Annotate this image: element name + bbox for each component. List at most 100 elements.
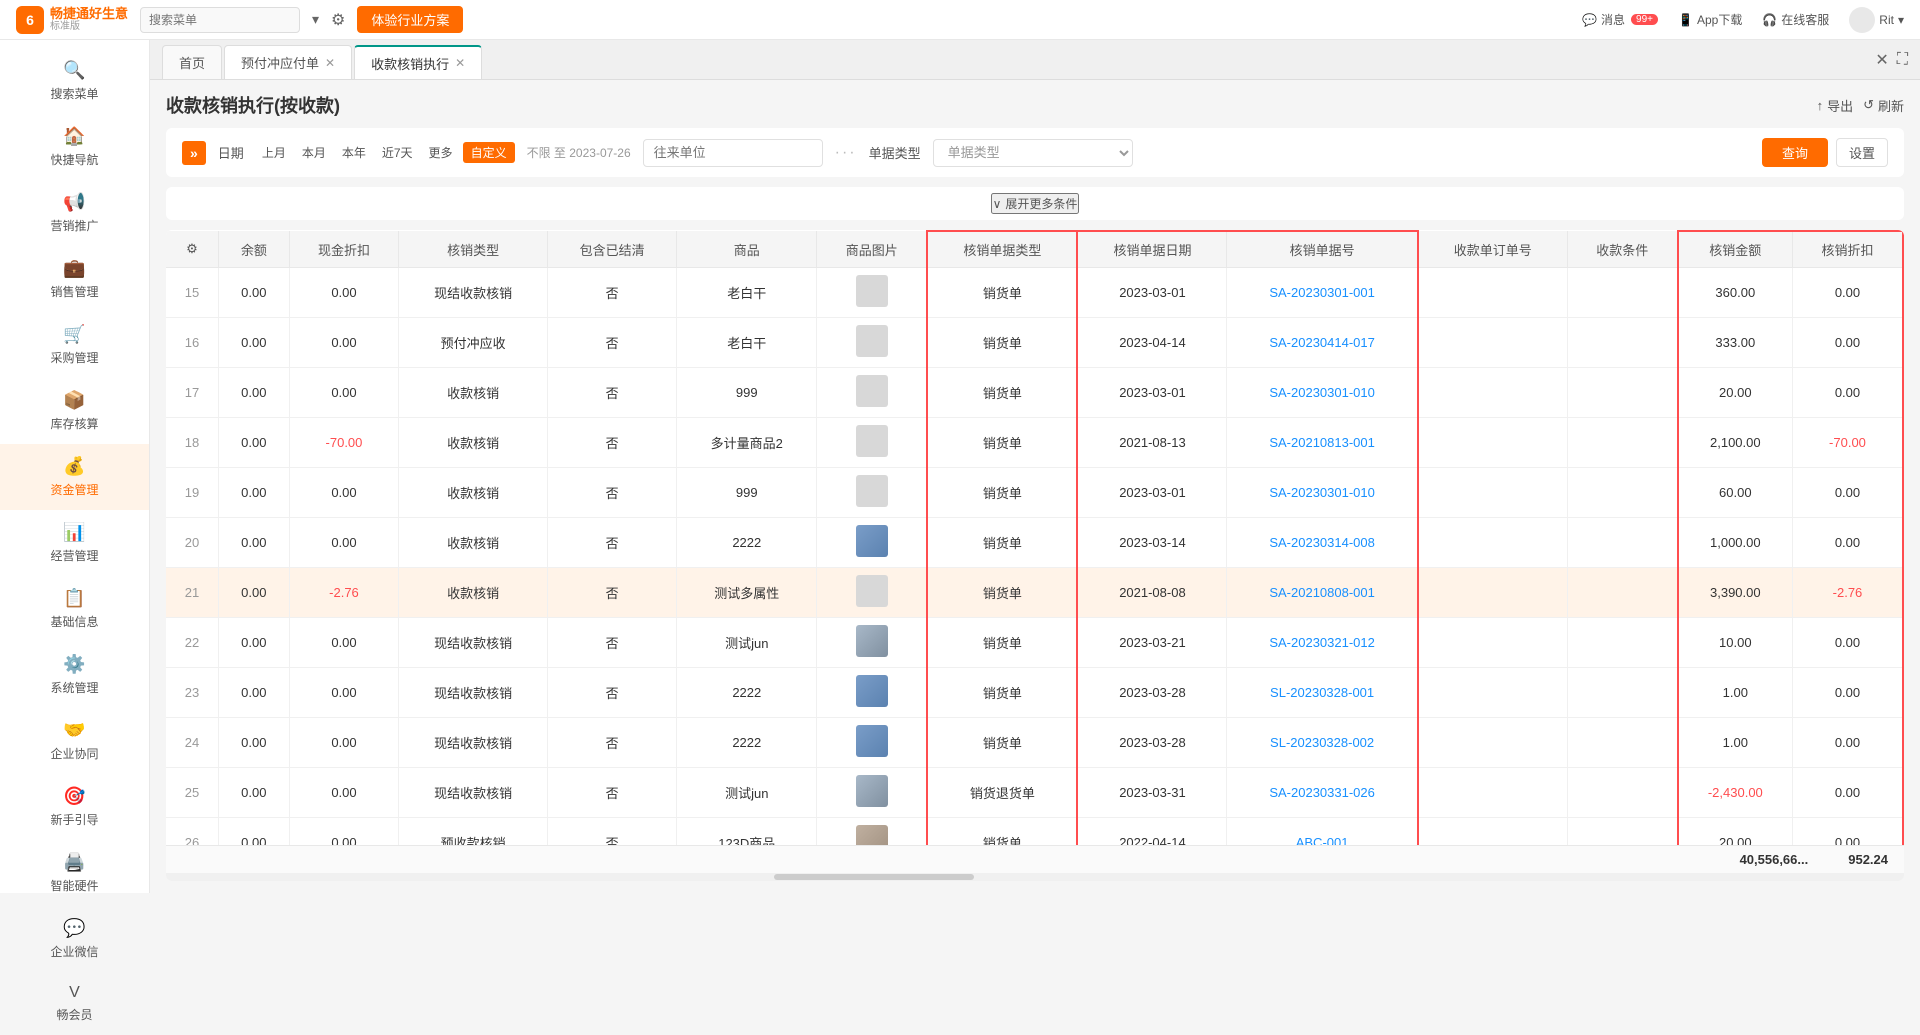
custom-date-btn[interactable]: 自定义 bbox=[463, 142, 515, 163]
col-receipt-condition: 收款条件 bbox=[1567, 231, 1677, 268]
tab-collection[interactable]: 收款核销执行 ✕ bbox=[354, 45, 482, 79]
writeoff-type-cell: 现结收款核销 bbox=[399, 718, 548, 768]
sidebar-item-corp-collab[interactable]: 🤝 企业协同 bbox=[0, 708, 149, 774]
bill-no-link[interactable]: SA-20230301-001 bbox=[1269, 285, 1375, 300]
goods-img-cell bbox=[817, 668, 927, 718]
receipt-order-no-cell bbox=[1418, 768, 1567, 818]
bill-no-cell[interactable]: SA-20230321-012 bbox=[1227, 618, 1418, 668]
user-area[interactable]: Rit ▾ bbox=[1849, 7, 1904, 33]
expand-conditions-btn[interactable]: ∨ 展开更多条件 bbox=[991, 193, 1080, 214]
table-header-row: ⚙ 余额 现金折扣 核销类型 包含已结清 商品 商品图片 核销单据类型 核销单据… bbox=[166, 231, 1903, 268]
cash-discount-cell: 0.00 bbox=[289, 818, 399, 846]
last-month-btn[interactable]: 上月 bbox=[256, 142, 292, 163]
sidebar-item-beginner[interactable]: 🎯 新手引导 bbox=[0, 774, 149, 840]
bill-no-cell[interactable]: SA-20210813-001 bbox=[1227, 418, 1418, 468]
tab-close-all-btn[interactable]: ✕ bbox=[1875, 50, 1888, 70]
bill-no-cell[interactable]: SA-20230414-017 bbox=[1227, 318, 1418, 368]
bill-no-link[interactable]: SL-20230328-002 bbox=[1270, 735, 1374, 750]
writeoff-discount-cell: 0.00 bbox=[1792, 518, 1903, 568]
query-btn[interactable]: 查询 bbox=[1762, 138, 1828, 167]
bill-no-cell[interactable]: SA-20230301-001 bbox=[1227, 268, 1418, 318]
cash-discount-cell: 0.00 bbox=[289, 668, 399, 718]
bill-no-link[interactable]: SA-20230331-026 bbox=[1269, 785, 1375, 800]
writeoff-type-cell: 收款核销 bbox=[399, 368, 548, 418]
sidebar-item-inventory[interactable]: 📦 库存核算 bbox=[0, 378, 149, 444]
writeoff-type-cell: 收款核销 bbox=[399, 568, 548, 618]
settings-gear-btn[interactable]: ⚙ bbox=[331, 10, 345, 30]
receipt-order-no-cell bbox=[1418, 718, 1567, 768]
scrollbar-thumb[interactable] bbox=[774, 874, 974, 880]
bill-no-link[interactable]: SA-20230314-008 bbox=[1269, 535, 1375, 550]
this-month-btn[interactable]: 本月 bbox=[296, 142, 332, 163]
sidebar-item-smart-hw[interactable]: 🖨️ 智能硬件 bbox=[0, 840, 149, 906]
bill-no-link[interactable]: ABC-001 bbox=[1296, 835, 1349, 845]
tab-collection-close-icon[interactable]: ✕ bbox=[455, 56, 465, 70]
chevron-down-btn[interactable]: ▾ bbox=[312, 11, 319, 28]
bill-no-cell[interactable]: SA-20230331-026 bbox=[1227, 768, 1418, 818]
online-service-item[interactable]: 🎧 在线客服 bbox=[1762, 11, 1829, 28]
tab-prepay[interactable]: 预付冲应付单 ✕ bbox=[224, 45, 352, 79]
bill-no-cell[interactable]: SL-20230328-001 bbox=[1227, 668, 1418, 718]
bill-no-cell[interactable]: SA-20210808-001 bbox=[1227, 568, 1418, 618]
sidebar-item-member[interactable]: V 畅会员 bbox=[0, 972, 149, 1035]
notification-badge: 99+ bbox=[1631, 14, 1658, 25]
bill-no-link[interactable]: SA-20230414-017 bbox=[1269, 335, 1375, 350]
sidebar-item-marketing[interactable]: 📢 营销推广 bbox=[0, 180, 149, 246]
bill-date-cell: 2022-04-14 bbox=[1077, 818, 1226, 846]
notification-item[interactable]: 💬 消息 99+ bbox=[1582, 11, 1658, 28]
col-bill-type: 核销单据类型 bbox=[927, 231, 1077, 268]
tab-home[interactable]: 首页 bbox=[162, 45, 222, 79]
filter-collapse-btn[interactable]: » bbox=[182, 141, 206, 165]
bill-type-cell: 销货单 bbox=[927, 518, 1077, 568]
last-7-days-btn[interactable]: 近7天 bbox=[376, 142, 419, 163]
sidebar-item-quick-nav[interactable]: 🏠 快捷导航 bbox=[0, 114, 149, 180]
app-download-item[interactable]: 📱 App下载 bbox=[1678, 11, 1742, 28]
bill-no-link[interactable]: SA-20230301-010 bbox=[1269, 385, 1375, 400]
bill-no-cell[interactable]: SA-20230301-010 bbox=[1227, 368, 1418, 418]
goods-img-cell bbox=[817, 368, 927, 418]
bill-no-cell[interactable]: SA-20230301-010 bbox=[1227, 468, 1418, 518]
sidebar-item-operations[interactable]: 📊 经营管理 bbox=[0, 510, 149, 576]
bill-no-cell[interactable]: ABC-001 bbox=[1227, 818, 1418, 846]
filter-settings-btn[interactable]: 设置 bbox=[1836, 138, 1888, 167]
table-wrapper[interactable]: ⚙ 余额 现金折扣 核销类型 包含已结清 商品 商品图片 核销单据类型 核销单据… bbox=[166, 230, 1904, 845]
tab-maximize-btn[interactable]: ⛶ bbox=[1897, 50, 1908, 70]
sidebar-item-search[interactable]: 🔍 搜索菜单 bbox=[0, 48, 149, 114]
export-btn[interactable]: ↑ 导出 bbox=[1817, 96, 1854, 115]
horizontal-scrollbar[interactable] bbox=[166, 873, 1904, 881]
bill-no-link[interactable]: SA-20230301-010 bbox=[1269, 485, 1375, 500]
tab-prepay-close-icon[interactable]: ✕ bbox=[325, 56, 335, 70]
top-search-input[interactable] bbox=[140, 7, 300, 33]
filter-dots: ··· bbox=[835, 144, 857, 162]
bill-no-cell[interactable]: SA-20230314-008 bbox=[1227, 518, 1418, 568]
writeoff-type-cell: 现结收款核销 bbox=[399, 618, 548, 668]
sidebar: 🔍 搜索菜单 🏠 快捷导航 📢 营销推广 💼 销售管理 🛒 采购管理 📦 bbox=[0, 40, 150, 893]
bill-no-link[interactable]: SA-20210813-001 bbox=[1269, 435, 1375, 450]
table-footer: 40,556,66... 952.24 bbox=[166, 845, 1904, 873]
sidebar-item-finance[interactable]: 💰 资金管理 bbox=[0, 444, 149, 510]
sidebar-item-sys-mgmt[interactable]: ⚙️ 系统管理 bbox=[0, 642, 149, 708]
receipt-type-select[interactable]: 单据类型 bbox=[933, 139, 1133, 167]
sidebar-item-wechat[interactable]: 💬 企业微信 bbox=[0, 906, 149, 972]
industry-solution-btn[interactable]: 体验行业方案 bbox=[357, 6, 463, 33]
bill-type-cell: 销货单 bbox=[927, 368, 1077, 418]
bill-no-cell[interactable]: SL-20230328-002 bbox=[1227, 718, 1418, 768]
refresh-btn[interactable]: ↺ 刷新 bbox=[1863, 96, 1904, 115]
col-writeoff-type: 核销类型 bbox=[399, 231, 548, 268]
this-year-btn[interactable]: 本年 bbox=[336, 142, 372, 163]
more-dates-btn[interactable]: 更多 bbox=[423, 142, 459, 163]
from-unit-input[interactable] bbox=[643, 139, 823, 167]
bill-no-link[interactable]: SL-20230328-001 bbox=[1270, 685, 1374, 700]
bill-no-link[interactable]: SA-20210808-001 bbox=[1269, 585, 1375, 600]
goods-cell: 测试jun bbox=[677, 768, 817, 818]
writeoff-discount-cell: 0.00 bbox=[1792, 668, 1903, 718]
table-row: 200.000.00收款核销否2222销货单2023-03-14SA-20230… bbox=[166, 518, 1903, 568]
bill-no-link[interactable]: SA-20230321-012 bbox=[1269, 635, 1375, 650]
include-settled-cell: 否 bbox=[548, 518, 677, 568]
bill-date-cell: 2023-03-28 bbox=[1077, 718, 1226, 768]
marketing-icon: 📢 bbox=[63, 192, 85, 213]
sidebar-item-base-info[interactable]: 📋 基础信息 bbox=[0, 576, 149, 642]
sidebar-item-purchase[interactable]: 🛒 采购管理 bbox=[0, 312, 149, 378]
table-row: 180.00-70.00收款核销否多计量商品2销货单2021-08-13SA-2… bbox=[166, 418, 1903, 468]
sidebar-item-sales[interactable]: 💼 销售管理 bbox=[0, 246, 149, 312]
